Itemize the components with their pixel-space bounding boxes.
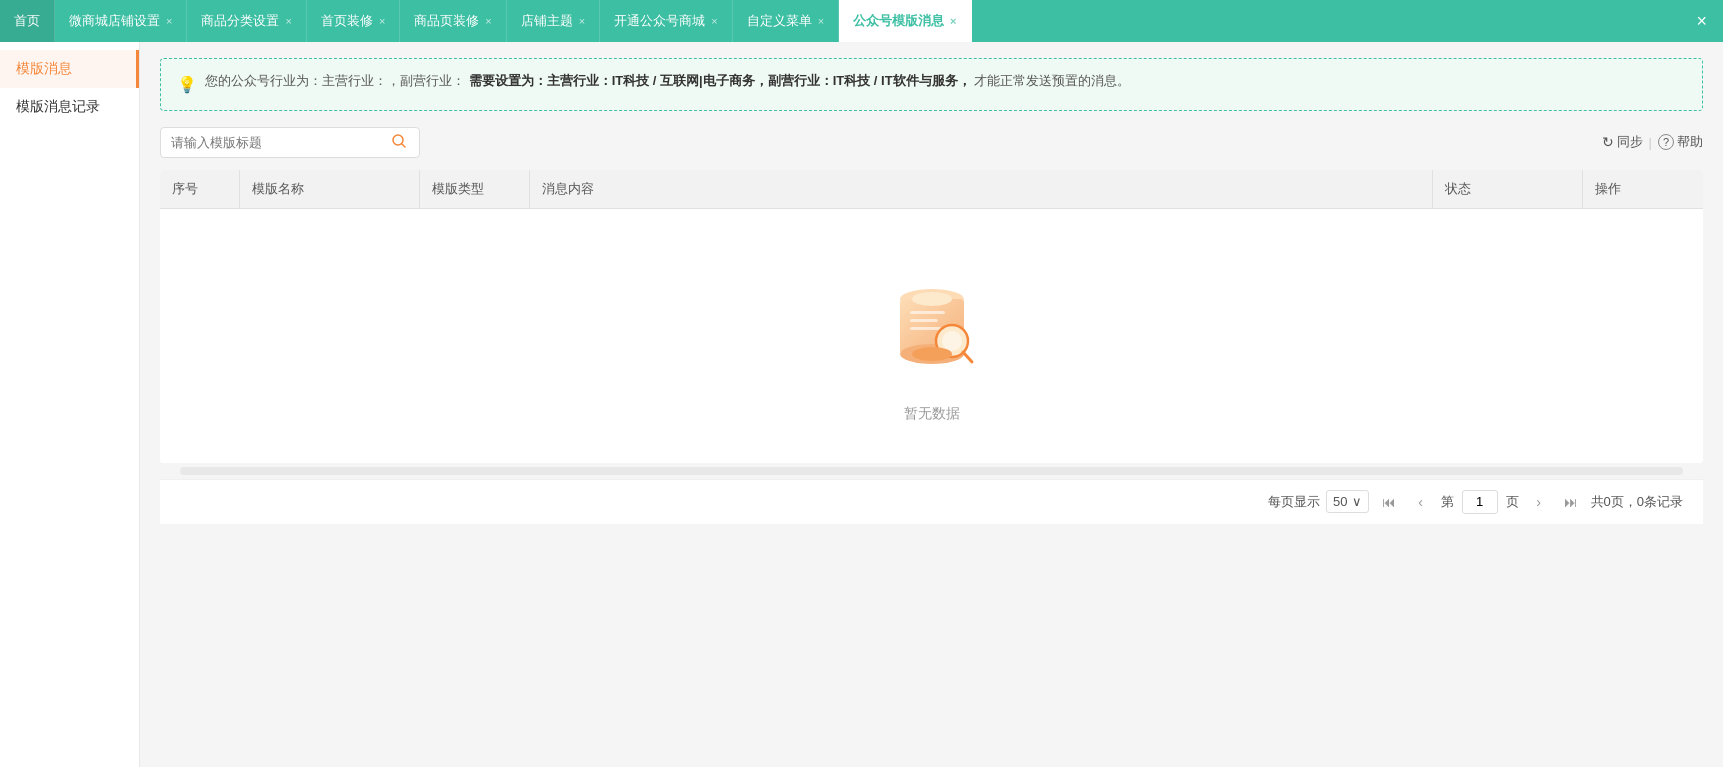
search-input[interactable] xyxy=(171,135,391,150)
tab-home-label: 首页 xyxy=(14,12,40,30)
svg-line-1 xyxy=(402,143,406,147)
tab-home-decor[interactable]: 首页装修 × xyxy=(307,0,400,42)
tab-home-decor-close[interactable]: × xyxy=(379,15,385,27)
col-status: 状态 xyxy=(1433,170,1583,208)
tab-store-theme-close[interactable]: × xyxy=(579,15,585,27)
svg-rect-8 xyxy=(910,327,942,330)
sidebar-item-template-msg[interactable]: 模版消息 xyxy=(0,50,139,88)
empty-illustration xyxy=(872,269,992,389)
last-page-button[interactable]: ⏭ xyxy=(1559,490,1583,514)
empty-text: 暂无数据 xyxy=(904,405,960,423)
tab-open-wechat-close[interactable]: × xyxy=(711,15,717,27)
empty-state: 暂无数据 xyxy=(160,209,1703,463)
sidebar-item-template-msg-log[interactable]: 模版消息记录 xyxy=(0,88,139,126)
prev-page-button[interactable]: ‹ xyxy=(1409,490,1433,514)
alert-banner: 💡 您的公众号行业为：主营行业：，副营行业： 需要设置为：主营行业：IT科技 /… xyxy=(160,58,1703,111)
pagination: 每页显示 50 ∨ ⏮ ‹ 第 页 › ⏭ 共0页，0条记录 xyxy=(160,479,1703,524)
tab-wechat-template-label: 公众号模版消息 xyxy=(853,12,944,30)
tab-product-decor-close[interactable]: × xyxy=(485,15,491,27)
tab-product-decor[interactable]: 商品页装修 × xyxy=(400,0,506,42)
total-info: 共0页，0条记录 xyxy=(1591,493,1683,511)
main-layout: 模版消息 模版消息记录 💡 您的公众号行业为：主营行业：，副营行业： 需要设置为… xyxy=(0,42,1723,767)
tab-custom-menu-label: 自定义菜单 xyxy=(747,12,812,30)
search-bar: ↻ 同步 | ? 帮助 xyxy=(160,127,1703,158)
tab-product-decor-label: 商品页装修 xyxy=(414,12,479,30)
tab-product-category[interactable]: 商品分类设置 × xyxy=(187,0,306,42)
col-type: 模版类型 xyxy=(420,170,530,208)
col-name: 模版名称 xyxy=(240,170,420,208)
svg-point-5 xyxy=(912,292,952,306)
page-input[interactable] xyxy=(1462,490,1498,514)
per-page-value: 50 xyxy=(1333,494,1347,509)
divider: | xyxy=(1649,135,1652,150)
col-content: 消息内容 xyxy=(530,170,1433,208)
content-area: 💡 您的公众号行业为：主营行业：，副营行业： 需要设置为：主营行业：IT科技 /… xyxy=(140,42,1723,767)
help-icon: ? xyxy=(1658,134,1674,150)
svg-point-12 xyxy=(912,347,952,361)
tab-open-wechat-label: 开通公众号商城 xyxy=(614,12,705,30)
tab-store-theme[interactable]: 店铺主题 × xyxy=(507,0,600,42)
per-page-selector: 每页显示 50 ∨ xyxy=(1268,490,1368,513)
tab-home-decor-label: 首页装修 xyxy=(321,12,373,30)
tab-weshop-close[interactable]: × xyxy=(166,15,172,27)
tab-home[interactable]: 首页 xyxy=(0,0,55,42)
table-header: 序号 模版名称 模版类型 消息内容 状态 操作 xyxy=(160,170,1703,209)
next-page-button[interactable]: › xyxy=(1527,490,1551,514)
tab-open-wechat-shop[interactable]: 开通公众号商城 × xyxy=(600,0,732,42)
horizontal-scrollbar[interactable] xyxy=(180,467,1683,475)
per-page-select-box[interactable]: 50 ∨ xyxy=(1326,490,1368,513)
tab-weshop-label: 微商城店铺设置 xyxy=(69,12,160,30)
tab-wechat-template[interactable]: 公众号模版消息 × xyxy=(839,0,971,42)
per-page-label: 每页显示 xyxy=(1268,493,1320,511)
tab-store-theme-label: 店铺主题 xyxy=(521,12,573,30)
page-label: 第 xyxy=(1441,493,1454,511)
alert-highlight: 需要设置为：主营行业：IT科技 / 互联网|电子商务，副营行业：IT科技 / I… xyxy=(469,73,971,88)
alert-icon: 💡 xyxy=(177,72,197,98)
help-label: 帮助 xyxy=(1677,133,1703,151)
help-button[interactable]: ? 帮助 xyxy=(1658,133,1703,151)
sidebar-item-template-msg-log-label: 模版消息记录 xyxy=(16,98,100,114)
alert-suffix: 才能正常发送预置的消息。 xyxy=(974,73,1130,88)
chevron-down-icon: ∨ xyxy=(1352,494,1362,509)
sync-label: 同步 xyxy=(1617,133,1643,151)
sync-help-area: ↻ 同步 | ? 帮助 xyxy=(1602,133,1703,151)
col-action: 操作 xyxy=(1583,170,1703,208)
data-table: 序号 模版名称 模版类型 消息内容 状态 操作 xyxy=(160,170,1703,463)
first-page-button[interactable]: ⏮ xyxy=(1377,490,1401,514)
col-seq: 序号 xyxy=(160,170,240,208)
sidebar-item-template-msg-label: 模版消息 xyxy=(16,60,72,76)
tab-product-category-close[interactable]: × xyxy=(285,15,291,27)
sync-button[interactable]: ↻ 同步 xyxy=(1602,133,1643,151)
search-input-wrap[interactable] xyxy=(160,127,420,158)
page-unit: 页 xyxy=(1506,493,1519,511)
svg-point-10 xyxy=(942,331,962,351)
sync-icon: ↻ xyxy=(1602,134,1614,150)
top-nav: 首页 微商城店铺设置 × 商品分类设置 × 首页装修 × 商品页装修 × 店铺主… xyxy=(0,0,1723,42)
tab-wechat-template-close[interactable]: × xyxy=(950,15,956,27)
svg-line-11 xyxy=(963,352,972,362)
tab-product-category-label: 商品分类设置 xyxy=(201,12,279,30)
tab-custom-menu[interactable]: 自定义菜单 × xyxy=(733,0,839,42)
alert-prefix: 您的公众号行业为：主营行业：，副营行业： xyxy=(205,73,465,88)
sidebar: 模版消息 模版消息记录 xyxy=(0,42,140,767)
tab-weshop-settings[interactable]: 微商城店铺设置 × xyxy=(55,0,187,42)
search-icon xyxy=(391,133,407,149)
tab-custom-menu-close[interactable]: × xyxy=(818,15,824,27)
svg-rect-7 xyxy=(910,319,938,322)
search-button[interactable] xyxy=(391,133,407,152)
close-all-button[interactable]: × xyxy=(1680,11,1723,32)
svg-rect-6 xyxy=(910,311,945,314)
alert-text: 您的公众号行业为：主营行业：，副营行业： 需要设置为：主营行业：IT科技 / 互… xyxy=(205,71,1130,92)
